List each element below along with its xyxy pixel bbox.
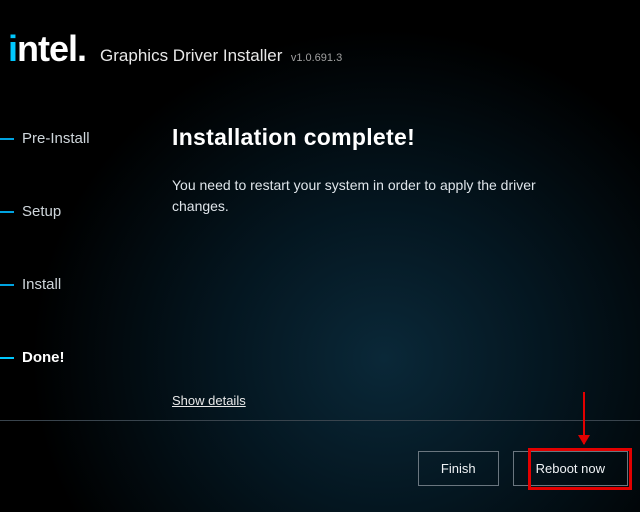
details-row: Show details	[172, 392, 246, 410]
sidebar-item-pre-install: Pre-Install	[0, 130, 138, 147]
tick-icon	[0, 138, 14, 140]
content: Pre-Install Setup Install Done! Installa…	[0, 80, 640, 428]
tick-icon	[0, 284, 14, 286]
app-title: Graphics Driver Installer v1.0.691.3	[100, 46, 342, 66]
sidebar-item-label: Done!	[22, 349, 65, 366]
version-label: v1.0.691.3	[291, 52, 342, 64]
tick-icon	[0, 357, 14, 359]
annotation-arrow-icon	[583, 392, 585, 444]
sidebar-item-label: Install	[22, 276, 61, 293]
show-details-link[interactable]: Show details	[172, 393, 246, 408]
sidebar-item-install: Install	[0, 276, 138, 293]
divider	[0, 420, 640, 421]
intel-logo: intel	[8, 28, 86, 70]
header: intel Graphics Driver Installer v1.0.691…	[0, 0, 640, 80]
footer: Finish Reboot now	[418, 451, 628, 486]
page-title: Installation complete!	[172, 124, 620, 151]
sidebar: Pre-Install Setup Install Done!	[0, 80, 138, 428]
body-text: You need to restart your system in order…	[172, 175, 592, 217]
sidebar-item-label: Setup	[22, 203, 61, 220]
reboot-button[interactable]: Reboot now	[513, 451, 628, 486]
sidebar-item-setup: Setup	[0, 203, 138, 220]
sidebar-item-label: Pre-Install	[22, 130, 90, 147]
sidebar-item-done: Done!	[0, 349, 138, 366]
main-panel: Installation complete! You need to resta…	[138, 80, 640, 428]
finish-button[interactable]: Finish	[418, 451, 499, 486]
tick-icon	[0, 211, 14, 213]
